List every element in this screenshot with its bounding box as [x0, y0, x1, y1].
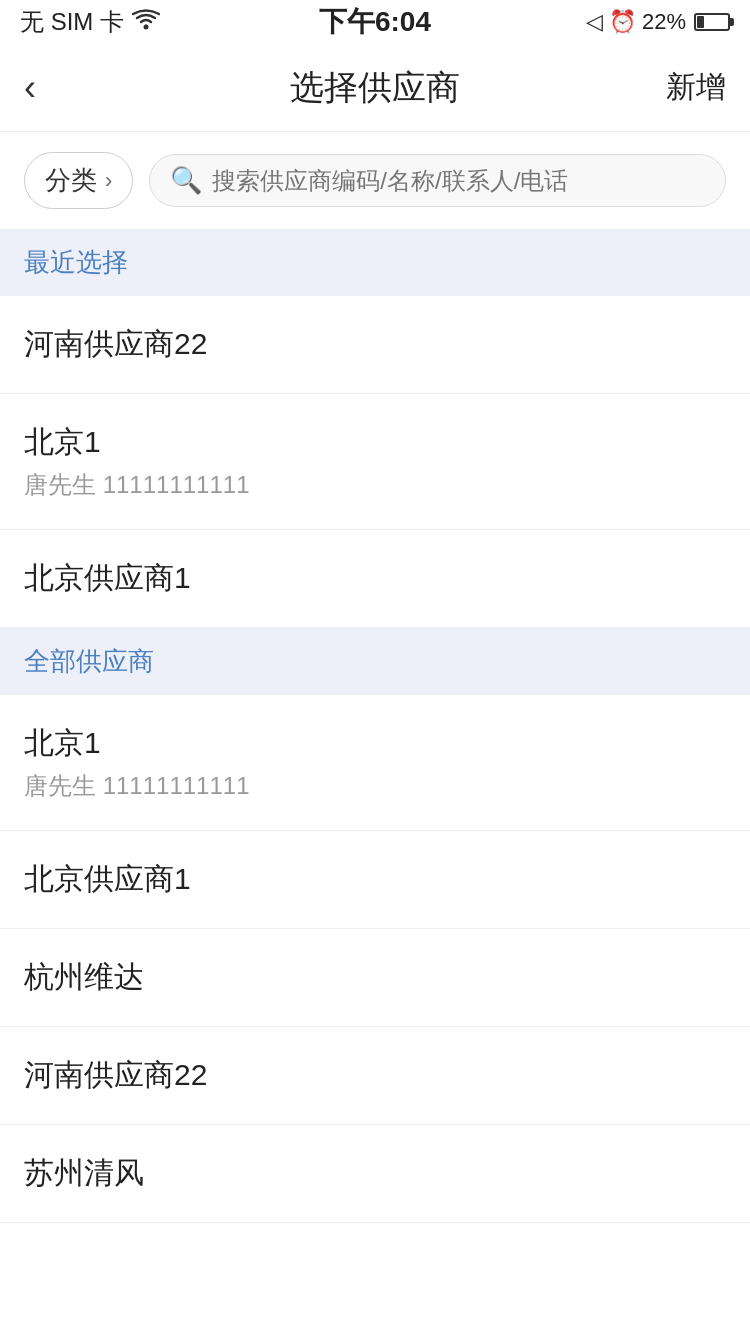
status-right: ◁ ⏰ 22% [586, 9, 730, 35]
list-item[interactable]: 北京供应商1 [0, 530, 750, 628]
item-name: 苏州清风 [24, 1153, 726, 1194]
list-item[interactable]: 北京供应商1 [0, 831, 750, 929]
item-sub: 唐先生 11111111111 [24, 770, 726, 802]
item-sub: 唐先生 11111111111 [24, 469, 726, 501]
category-label: 分类 [45, 163, 97, 198]
list-item[interactable]: 北京1 唐先生 11111111111 [0, 695, 750, 831]
battery-percent: 22% [642, 9, 686, 35]
list-item[interactable]: 苏州清风 [0, 1125, 750, 1223]
chevron-right-icon: › [105, 168, 112, 194]
status-left: 无 SIM 卡 [20, 6, 160, 38]
battery-icon [694, 13, 730, 31]
item-name: 杭州维达 [24, 957, 726, 998]
page-title: 选择供应商 [290, 65, 460, 111]
svg-point-0 [144, 25, 149, 30]
search-icon: 🔍 [170, 165, 202, 196]
search-input[interactable] [212, 167, 705, 195]
wifi-icon [132, 8, 160, 36]
recent-section-header: 最近选择 [0, 229, 750, 296]
item-name: 河南供应商22 [24, 1055, 726, 1096]
alarm-icon: ⏰ [609, 9, 636, 35]
back-button[interactable]: ‹ [24, 67, 84, 109]
item-name: 北京供应商1 [24, 558, 726, 599]
item-name: 北京供应商1 [24, 859, 726, 900]
list-item[interactable]: 杭州维达 [0, 929, 750, 1027]
item-name: 北京1 [24, 422, 726, 463]
status-time: 下午6:04 [319, 3, 431, 41]
recent-items-list: 河南供应商22 北京1 唐先生 11111111111 北京供应商1 [0, 296, 750, 628]
no-sim-label: 无 SIM 卡 [20, 6, 124, 38]
add-button[interactable]: 新增 [666, 67, 726, 108]
list-item[interactable]: 河南供应商22 [0, 296, 750, 394]
list-item[interactable]: 河南供应商22 [0, 1027, 750, 1125]
search-box[interactable]: 🔍 [149, 154, 726, 207]
status-bar: 无 SIM 卡 下午6:04 ◁ ⏰ 22% [0, 0, 750, 44]
item-name: 河南供应商22 [24, 324, 726, 365]
item-name: 北京1 [24, 723, 726, 764]
location-icon: ◁ [586, 9, 603, 35]
category-filter-button[interactable]: 分类 › [24, 152, 133, 209]
nav-bar: ‹ 选择供应商 新增 [0, 44, 750, 132]
list-item[interactable]: 北京1 唐先生 11111111111 [0, 394, 750, 530]
filter-bar: 分类 › 🔍 [0, 132, 750, 229]
all-items-list: 北京1 唐先生 11111111111 北京供应商1 杭州维达 河南供应商22 … [0, 695, 750, 1223]
all-section-header: 全部供应商 [0, 628, 750, 695]
